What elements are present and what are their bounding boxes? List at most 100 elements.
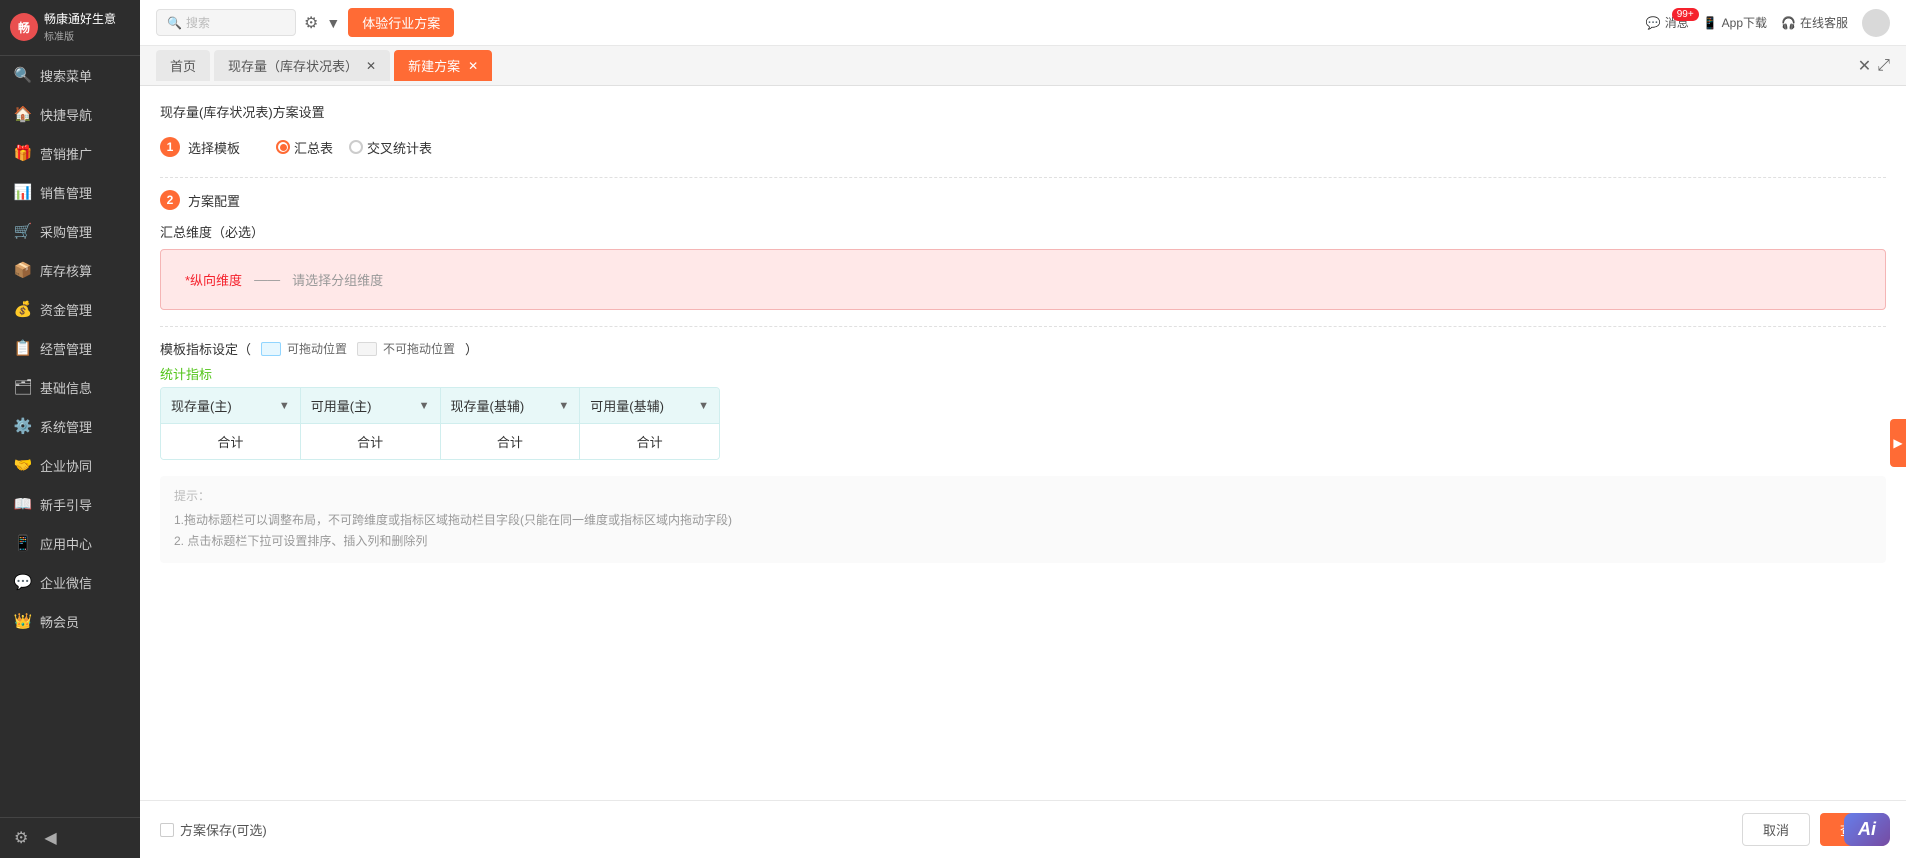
app-download-label: App下载 bbox=[1722, 14, 1767, 31]
stats-col-3[interactable]: 可用量(基辅) ▼ bbox=[580, 388, 719, 423]
stats-table-body: 合计 合计 合计 合计 bbox=[161, 423, 719, 459]
sidebar-footer: ⚙ ◀ bbox=[0, 817, 140, 858]
save-checkbox[interactable] bbox=[160, 823, 174, 837]
sidebar-item-inventory[interactable]: 📦 库存核算 bbox=[0, 251, 140, 290]
search-icon-topbar: 🔍 bbox=[167, 16, 182, 30]
customer-service-label: 在线客服 bbox=[1800, 14, 1848, 31]
sidebar-item-label: 资金管理 bbox=[40, 300, 92, 319]
sidebar-logo: 畅 畅康通好生意 标准版 bbox=[0, 0, 140, 56]
money-icon: 💰 bbox=[14, 300, 32, 318]
user-avatar[interactable] bbox=[1862, 9, 1890, 37]
stats-col-0-dropdown[interactable]: ▼ bbox=[279, 400, 290, 412]
sidebar-item-purchase[interactable]: 🛒 采购管理 bbox=[0, 212, 140, 251]
radio-cross-circle bbox=[349, 140, 363, 154]
sidebar-item-label: 营销推广 bbox=[40, 144, 92, 163]
app-download-item[interactable]: 📱 App下载 bbox=[1703, 14, 1767, 31]
sidebar-item-new-guide[interactable]: 📖 新手引导 bbox=[0, 485, 140, 524]
ai-badge[interactable]: Ai bbox=[1844, 813, 1890, 846]
content-area: 现存量(库存状况表)方案设置 1 选择模板 汇总表 交叉统计表 bbox=[140, 86, 1906, 800]
speaker-footer-icon[interactable]: ◀ bbox=[44, 828, 56, 848]
tip2: 2. 点击标题栏下拉可设置排序、插入列和删除列 bbox=[174, 531, 1872, 553]
tab-home[interactable]: 首页 bbox=[156, 50, 210, 81]
fixed-legend-box bbox=[357, 342, 377, 356]
trial-button[interactable]: 体验行业方案 bbox=[348, 8, 454, 37]
draggable-legend-label: 可拖动位置 bbox=[287, 340, 347, 357]
gear-icon: ⚙️ bbox=[14, 417, 32, 435]
app-name: 畅康通好生意 bbox=[44, 12, 116, 28]
fixed-legend: 不可拖动位置 bbox=[357, 340, 455, 357]
stats-cell-1: 合计 bbox=[301, 424, 441, 459]
home-icon: 🏠 bbox=[14, 105, 32, 123]
dimension-required-mark: *纵向维度 bbox=[185, 270, 242, 289]
sidebar-item-sales[interactable]: 📊 销售管理 bbox=[0, 173, 140, 212]
topbar: 🔍 搜索 ⚙ ▼ 体验行业方案 💬 消息 99+ 📱 App下载 🎧 在线客服 bbox=[140, 0, 1906, 46]
stats-col-3-dropdown[interactable]: ▼ bbox=[698, 400, 709, 412]
tab-inventory-status[interactable]: 现存量（库存状况表） ✕ bbox=[214, 50, 390, 81]
stats-col-2-label: 现存量(基辅) bbox=[451, 396, 525, 415]
topbar-search-box[interactable]: 🔍 搜索 bbox=[156, 9, 296, 36]
search-icon: 🔍 bbox=[14, 66, 32, 84]
handshake-icon: 🤝 bbox=[14, 456, 32, 474]
message-icon: 💬 bbox=[1646, 16, 1661, 30]
save-option[interactable]: 方案保存(可选) bbox=[160, 820, 267, 839]
dimension-label: 汇总维度（必选） bbox=[160, 222, 1886, 241]
bottom-bar: 方案保存(可选) 取消 查询 bbox=[140, 800, 1906, 858]
stats-table: 现存量(主) ▼ 可用量(主) ▼ 现存量(基辅) ▼ 可用量(基辅) ▼ bbox=[160, 387, 720, 460]
dimension-area[interactable]: *纵向维度 —— 请选择分组维度 bbox=[160, 249, 1886, 310]
radio-cross[interactable]: 交叉统计表 bbox=[349, 138, 432, 157]
sidebar-item-label: 畅会员 bbox=[40, 612, 79, 631]
close-window-icon[interactable]: ✕ bbox=[1858, 56, 1871, 76]
sidebar-item-label: 企业协同 bbox=[40, 456, 92, 475]
tip1: 1.拖动标题栏可以调整布局，不可跨维度或指标区域拖动栏目字段(只能在同一维度或指… bbox=[174, 510, 1872, 532]
stats-col-0-label: 现存量(主) bbox=[171, 396, 232, 415]
stats-table-header: 现存量(主) ▼ 可用量(主) ▼ 现存量(基辅) ▼ 可用量(基辅) ▼ bbox=[161, 388, 719, 423]
message-icon-item[interactable]: 💬 消息 99+ bbox=[1646, 14, 1689, 31]
stats-col-0[interactable]: 现存量(主) ▼ bbox=[161, 388, 301, 423]
sidebar-item-marketing[interactable]: 🎁 营销推广 bbox=[0, 134, 140, 173]
cancel-button[interactable]: 取消 bbox=[1742, 813, 1810, 846]
radio-group-template: 汇总表 交叉统计表 bbox=[276, 138, 432, 157]
stats-cell-2: 合计 bbox=[441, 424, 581, 459]
tab-inventory-close-icon[interactable]: ✕ bbox=[366, 59, 376, 73]
topbar-settings-icon[interactable]: ⚙ bbox=[304, 13, 318, 33]
save-option-label: 方案保存(可选) bbox=[180, 820, 267, 839]
stats-col-1[interactable]: 可用量(主) ▼ bbox=[301, 388, 441, 423]
sidebar-item-app-center[interactable]: 📱 应用中心 bbox=[0, 524, 140, 563]
sidebar: 畅 畅康通好生意 标准版 🔍 搜索菜单 🏠 快捷导航 🎁 营销推广 📊 销售管理… bbox=[0, 0, 140, 858]
stats-col-2[interactable]: 现存量(基辅) ▼ bbox=[441, 388, 581, 423]
sidebar-item-wechat[interactable]: 💬 企业微信 bbox=[0, 563, 140, 602]
sidebar-item-system[interactable]: ⚙️ 系统管理 bbox=[0, 407, 140, 446]
stats-col-2-dropdown[interactable]: ▼ bbox=[558, 400, 569, 412]
tips-title: 提示： bbox=[174, 486, 1872, 508]
stats-cell-3: 合计 bbox=[580, 424, 719, 459]
topbar-dropdown-icon[interactable]: ▼ bbox=[326, 15, 340, 31]
sidebar-item-label: 销售管理 bbox=[40, 183, 92, 202]
window-controls: ✕ ⤢ bbox=[1858, 46, 1890, 86]
sidebar-item-quick-nav[interactable]: 🏠 快捷导航 bbox=[0, 95, 140, 134]
customer-service-item[interactable]: 🎧 在线客服 bbox=[1781, 14, 1848, 31]
section1-header: 1 选择模板 汇总表 交叉统计表 bbox=[160, 137, 1886, 157]
indicators-label-row: 模板指标设定（ 可拖动位置 不可拖动位置 ） bbox=[160, 339, 1886, 358]
tabbar: 首页 现存量（库存状况表） ✕ 新建方案 ✕ ✕ ⤢ bbox=[140, 46, 1906, 86]
dimension-dash: —— bbox=[254, 272, 280, 287]
sidebar-item-search[interactable]: 🔍 搜索菜单 bbox=[0, 56, 140, 95]
indicators-setting-suffix: ） bbox=[465, 339, 478, 358]
sidebar-item-label: 企业微信 bbox=[40, 573, 92, 592]
sidebar-item-cooperation[interactable]: 🤝 企业协同 bbox=[0, 446, 140, 485]
settings-footer-icon[interactable]: ⚙ bbox=[14, 828, 28, 848]
sidebar-item-vip[interactable]: 👑 畅会员 bbox=[0, 602, 140, 641]
tab-new-scheme-label: 新建方案 bbox=[408, 56, 460, 75]
sidebar-item-basic-info[interactable]: 🗂 基础信息 bbox=[0, 368, 140, 407]
section1-title: 选择模板 bbox=[188, 138, 240, 157]
right-sidebar-toggle[interactable]: ▶ bbox=[1890, 419, 1906, 467]
chat-icon: 💬 bbox=[14, 573, 32, 591]
clipboard-icon: 📋 bbox=[14, 339, 32, 357]
radio-summary[interactable]: 汇总表 bbox=[276, 138, 333, 157]
draggable-legend-box bbox=[261, 342, 281, 356]
sidebar-item-finance[interactable]: 💰 资金管理 bbox=[0, 290, 140, 329]
tab-new-scheme-close-icon[interactable]: ✕ bbox=[468, 59, 478, 73]
expand-window-icon[interactable]: ⤢ bbox=[1877, 57, 1890, 75]
tab-new-scheme[interactable]: 新建方案 ✕ bbox=[394, 50, 492, 81]
sidebar-item-operations[interactable]: 📋 经营管理 bbox=[0, 329, 140, 368]
stats-col-1-dropdown[interactable]: ▼ bbox=[419, 400, 430, 412]
